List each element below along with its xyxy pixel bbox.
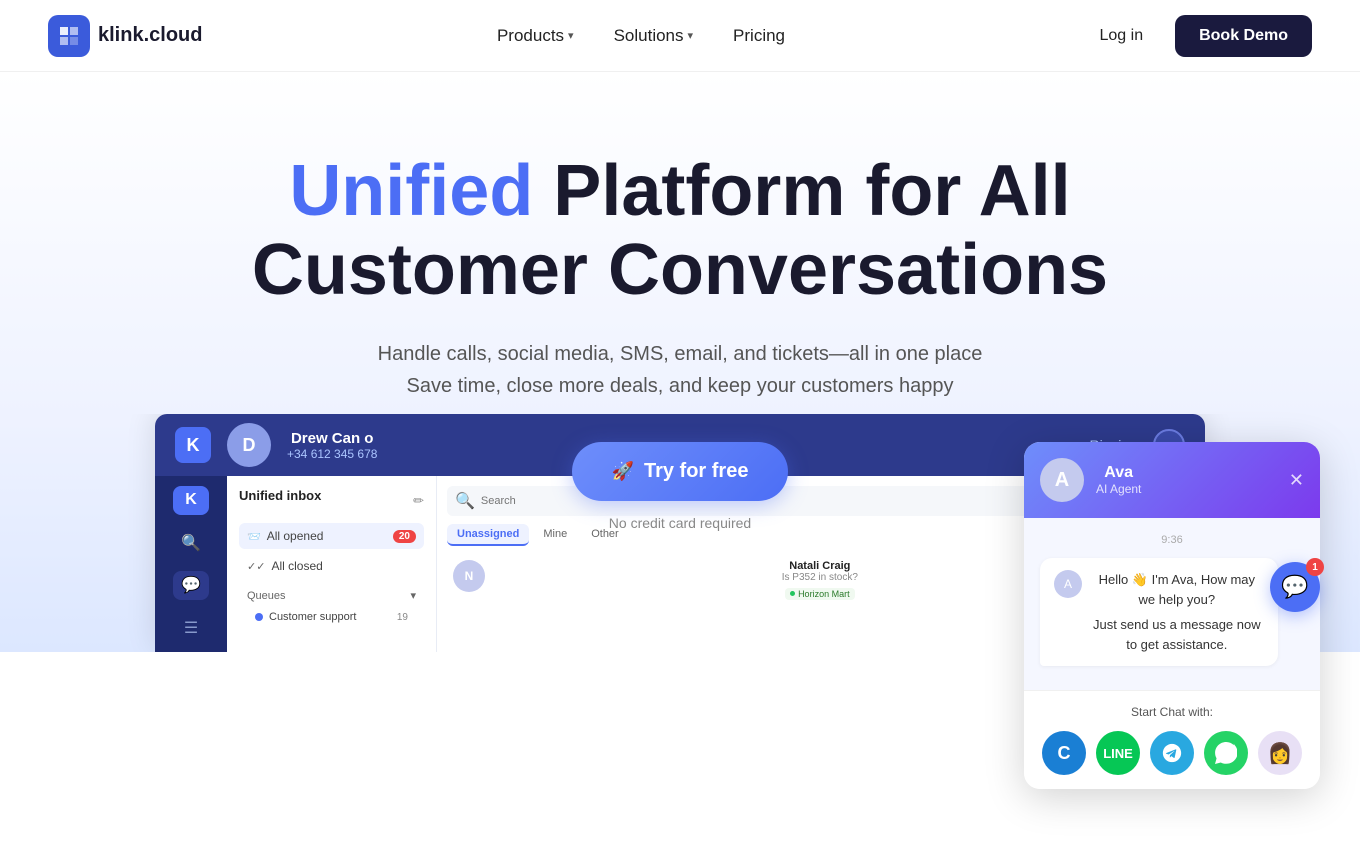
channel-telegram-button[interactable]: [1150, 731, 1194, 775]
chat-widget-header: A Ava AI Agent ✕: [1024, 442, 1320, 518]
try-button-label: Try for free: [644, 460, 748, 483]
hero-headline: Unified Platform for AllCustomer Convers…: [24, 152, 1336, 310]
chat-timestamp: 9:36: [1040, 534, 1304, 546]
chat-bubble-1: A Hello 👋 I'm Ava, How may we help you? …: [1040, 558, 1278, 666]
nav-pricing[interactable]: Pricing: [717, 18, 801, 54]
solutions-chevron-icon: ▾: [688, 29, 694, 42]
all-opened-icon: 📨: [247, 530, 261, 543]
nav-items: Products ▾ Solutions ▾ Pricing: [481, 18, 801, 54]
navbar: klink.cloud Products ▾ Solutions ▾ Prici…: [0, 0, 1360, 72]
logo-link[interactable]: klink.cloud: [48, 15, 202, 57]
chat-item-source: Horizon Mart: [785, 588, 855, 600]
agent-role: AI Agent: [1096, 482, 1141, 496]
agent-avatar: A: [1040, 458, 1084, 502]
close-icon[interactable]: ✕: [1289, 471, 1304, 489]
all-closed-row[interactable]: ✓✓ All closed: [239, 553, 424, 579]
agent-info: Ava AI Agent: [1096, 464, 1141, 496]
logo-text: klink.cloud: [98, 24, 202, 47]
login-button[interactable]: Log in: [1080, 17, 1164, 55]
hero-subline: Handle calls, social media, SMS, email, …: [24, 338, 1336, 402]
start-chat-label: Start Chat with:: [1040, 705, 1304, 719]
channel-whatsapp-button[interactable]: [1204, 731, 1248, 775]
sidebar-list-icon[interactable]: ☰: [173, 614, 209, 643]
queues-chevron-icon[interactable]: ▾: [410, 589, 416, 602]
logo-svg: [56, 23, 82, 49]
products-chevron-icon: ▾: [568, 29, 574, 42]
hero-section: Unified Platform for AllCustomer Convers…: [0, 72, 1360, 652]
try-for-free-button[interactable]: 🚀 Try for free: [572, 442, 789, 501]
channel-c-button[interactable]: C: [1042, 731, 1086, 775]
sidebar-search-icon[interactable]: 🔍: [173, 529, 209, 558]
agent-name: Ava: [1096, 464, 1141, 482]
all-opened-badge: 20: [393, 530, 416, 543]
chat-float-badge: 1: [1306, 558, 1324, 576]
chat-float-container: 💬 1: [1270, 562, 1320, 612]
channel-agent-button[interactable]: 👩: [1258, 731, 1302, 775]
nav-solutions[interactable]: Solutions ▾: [598, 18, 709, 54]
solutions-label: Solutions: [614, 26, 684, 46]
queue-dot: [255, 613, 263, 621]
logo-icon: [48, 15, 90, 57]
bubble-text-2: Just send us a message now to get assist…: [1090, 615, 1264, 654]
bubble-content: Hello 👋 I'm Ava, How may we help you? Ju…: [1090, 570, 1264, 654]
pricing-label: Pricing: [733, 26, 785, 46]
channel-line-button[interactable]: LINE: [1096, 731, 1140, 775]
products-label: Products: [497, 26, 564, 46]
book-demo-button[interactable]: Book Demo: [1175, 15, 1312, 57]
nav-products[interactable]: Products ▾: [481, 18, 590, 54]
source-dot: [790, 591, 795, 596]
rocket-icon: 🚀: [612, 461, 634, 482]
chat-float-wrapper: 💬 1: [1270, 562, 1320, 612]
source-name: Horizon Mart: [798, 589, 850, 599]
queue-count: 19: [397, 612, 408, 623]
queues-title: Queues ▾: [247, 589, 416, 602]
all-closed-label: All closed: [271, 559, 322, 573]
chat-widget: A Ava AI Agent ✕ 9:36 A Hello 👋 I'm Ava,…: [1024, 442, 1320, 789]
queue-item-label: Customer support: [269, 611, 356, 623]
nav-right: Log in Book Demo: [1080, 15, 1313, 57]
sidebar-inbox-icon[interactable]: 💬: [173, 571, 209, 600]
queue-item[interactable]: Customer support 19: [247, 606, 416, 628]
hero-accent: Unified: [289, 151, 533, 231]
queues-section: Queues ▾ Customer support 19: [239, 583, 424, 634]
chat-item-avatar: N: [453, 560, 485, 592]
chat-widget-footer: Start Chat with: C LINE 👩: [1024, 690, 1320, 789]
chat-channels: C LINE 👩: [1040, 731, 1304, 775]
bubble-text-1: Hello 👋 I'm Ava, How may we help you?: [1090, 570, 1264, 609]
checkmark-icon: ✓✓: [247, 560, 265, 573]
bubble-avatar: A: [1054, 570, 1082, 598]
